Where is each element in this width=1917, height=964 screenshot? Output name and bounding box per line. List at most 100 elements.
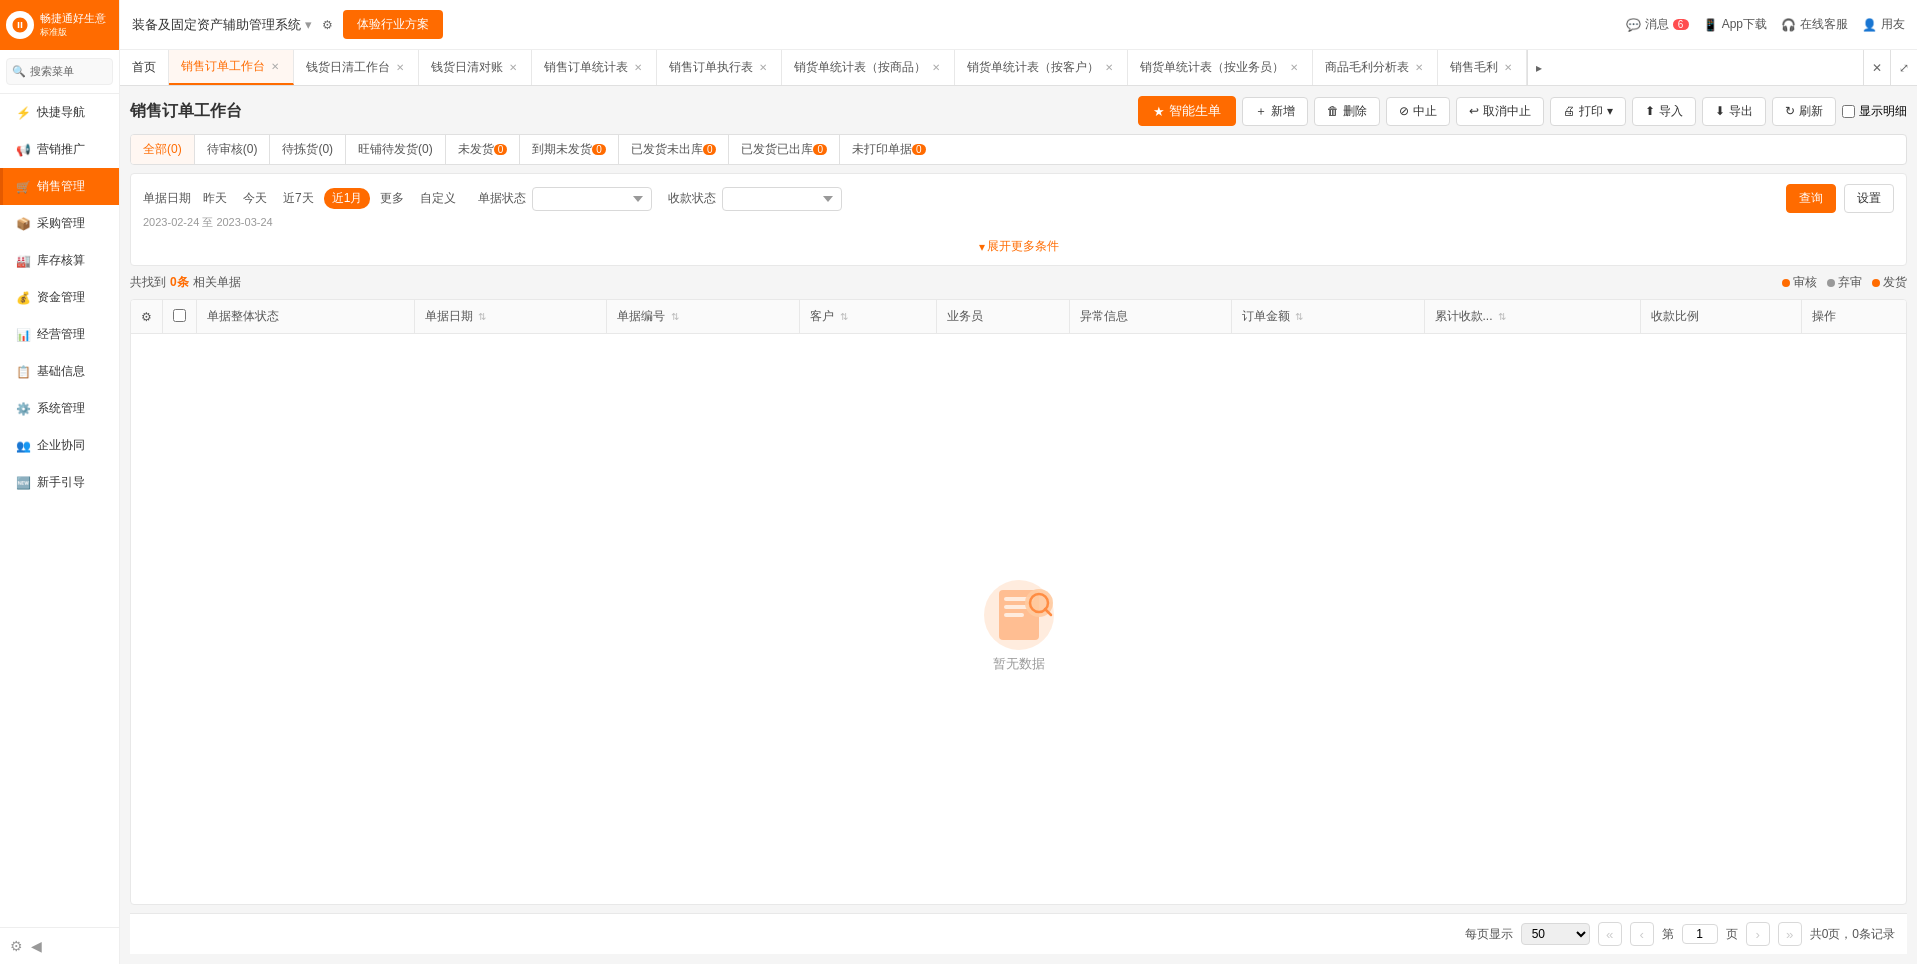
sidebar-item-system[interactable]: ⚙️ 系统管理 (0, 390, 119, 427)
subtab-not-shipped[interactable]: 未发货0 (446, 135, 521, 164)
sidebar-item-guide[interactable]: 🆕 新手引导 (0, 464, 119, 501)
sidebar-item-finance[interactable]: 💰 资金管理 (0, 279, 119, 316)
prev-page-button[interactable]: ‹ (1630, 922, 1654, 946)
sidebar-item-enterprise[interactable]: 👥 企业协同 (0, 427, 119, 464)
subtab-pending-pick[interactable]: 待拣货(0) (270, 135, 346, 164)
date-btn-yesterday[interactable]: 昨天 (197, 188, 233, 209)
export-button[interactable]: ⬇ 导出 (1702, 97, 1766, 126)
tab-close-sales-gross[interactable]: ✕ (1502, 61, 1514, 74)
page-size-select[interactable]: 20 50 100 (1521, 923, 1590, 945)
cancel-review-action[interactable]: 弃审 (1827, 274, 1862, 291)
online-service-button[interactable]: 🎧 在线客服 (1781, 16, 1848, 33)
sidebar-item-sales[interactable]: 🛒 销售管理 (0, 168, 119, 205)
th-amount[interactable]: 订单金额 ⇅ (1231, 300, 1424, 334)
cart-icon: 🛒 (15, 179, 31, 195)
sort-collected-icon[interactable]: ⇅ (1498, 311, 1506, 322)
tab-sales-gross[interactable]: 销售毛利 ✕ (1438, 50, 1527, 85)
import-button[interactable]: ⬆ 导入 (1632, 97, 1696, 126)
tab-sales-exec[interactable]: 销售订单执行表 ✕ (657, 50, 782, 85)
add-button[interactable]: ＋ 新增 (1242, 97, 1308, 126)
pause-button[interactable]: ⊘ 中止 (1386, 97, 1450, 126)
sidebar-item-marketing[interactable]: 📢 营销推广 (0, 131, 119, 168)
settings-icon[interactable]: ⚙ (322, 18, 333, 32)
tab-sales-by-customer[interactable]: 销货单统计表（按客户） ✕ (955, 50, 1128, 85)
subtab-pending-review[interactable]: 待审核(0) (195, 135, 271, 164)
cancel-pause-button[interactable]: ↩ 取消中止 (1456, 97, 1544, 126)
th-checkbox (163, 300, 197, 334)
tab-home[interactable]: 首页 (120, 50, 169, 85)
sidebar-item-operations[interactable]: 📊 经营管理 (0, 316, 119, 353)
date-btn-7days[interactable]: 近7天 (277, 188, 320, 209)
tab-cash-reconcile[interactable]: 钱货日清对账 ✕ (419, 50, 532, 85)
th-collected[interactable]: 累计收款... ⇅ (1424, 300, 1640, 334)
subtab-all[interactable]: 全部(0) (131, 135, 195, 164)
tab-close-sales-by-product[interactable]: ✕ (930, 61, 942, 74)
tab-product-margin[interactable]: 商品毛利分析表 ✕ (1313, 50, 1438, 85)
plan-button[interactable]: 体验行业方案 (343, 10, 443, 39)
tab-sales-by-staff[interactable]: 销货单统计表（按业务员） ✕ (1128, 50, 1313, 85)
show-detail-checkbox-label[interactable]: 显示明细 (1842, 103, 1907, 120)
tab-close-sales-workbench[interactable]: ✕ (269, 60, 281, 73)
sidebar-search[interactable]: 🔍 搜索菜单 (0, 50, 119, 94)
column-settings-icon[interactable]: ⚙ (141, 310, 152, 324)
app-download-button[interactable]: 📱 App下载 (1703, 16, 1767, 33)
sort-date-icon[interactable]: ⇅ (478, 311, 486, 322)
tab-close-sales-by-customer[interactable]: ✕ (1103, 61, 1115, 74)
user-menu[interactable]: 👤 用友 (1862, 16, 1905, 33)
date-btn-today[interactable]: 今天 (237, 188, 273, 209)
expand-filter-button[interactable]: ▾ 展开更多条件 (979, 238, 1059, 255)
sidebar-item-basic-info[interactable]: 📋 基础信息 (0, 353, 119, 390)
delete-button[interactable]: 🗑 删除 (1314, 97, 1380, 126)
first-page-button[interactable]: « (1598, 922, 1622, 946)
sort-number-icon[interactable]: ⇅ (671, 311, 679, 322)
select-all-checkbox[interactable] (173, 309, 186, 322)
query-button[interactable]: 查询 (1786, 184, 1836, 213)
tab-sales-stats[interactable]: 销售订单统计表 ✕ (532, 50, 657, 85)
payment-select[interactable] (722, 187, 842, 211)
last-page-button[interactable]: » (1778, 922, 1802, 946)
status-select[interactable] (532, 187, 652, 211)
sidebar-settings-btn[interactable]: ⚙ (10, 938, 23, 954)
tab-close-product-margin[interactable]: ✕ (1413, 61, 1425, 74)
tab-sales-by-product[interactable]: 销货单统计表（按商品） ✕ (782, 50, 955, 85)
subtab-shipped-not-out[interactable]: 已发货未出库0 (619, 135, 730, 164)
message-button[interactable]: 💬 消息 6 (1626, 16, 1689, 33)
smart-generate-button[interactable]: ★ 智能生单 (1138, 96, 1236, 126)
tab-close-sales-stats[interactable]: ✕ (632, 61, 644, 74)
subtab-overdue-unshipped[interactable]: 到期未发货0 (520, 135, 619, 164)
sort-amount-icon[interactable]: ⇅ (1295, 311, 1303, 322)
tab-sales-workbench[interactable]: 销售订单工作台 ✕ (169, 50, 294, 85)
tab-close-cash-reconcile[interactable]: ✕ (507, 61, 519, 74)
message-icon: 💬 (1626, 18, 1641, 32)
subtab-unprinted[interactable]: 未打印单据0 (840, 135, 938, 164)
page-input[interactable] (1682, 924, 1718, 944)
sidebar-item-purchase[interactable]: 📦 采购管理 (0, 205, 119, 242)
tab-action-maximize[interactable]: ⤢ (1890, 50, 1917, 85)
review-action[interactable]: 审核 (1782, 274, 1817, 291)
th-date[interactable]: 单据日期 ⇅ (414, 300, 607, 334)
show-detail-checkbox[interactable] (1842, 105, 1855, 118)
ship-action[interactable]: 发货 (1872, 274, 1907, 291)
sidebar-item-quick-nav[interactable]: ⚡ 快捷导航 (0, 94, 119, 131)
tab-more-button[interactable]: ▸ (1527, 50, 1550, 85)
settings-button[interactable]: 设置 (1844, 184, 1894, 213)
date-btn-more[interactable]: 更多 (374, 188, 410, 209)
th-number[interactable]: 单据编号 ⇅ (607, 300, 800, 334)
tab-cash-daily[interactable]: 钱货日清工作台 ✕ (294, 50, 419, 85)
next-page-button[interactable]: › (1746, 922, 1770, 946)
tab-action-close-all[interactable]: ✕ (1863, 50, 1890, 85)
th-customer[interactable]: 客户 ⇅ (800, 300, 937, 334)
date-btn-custom[interactable]: 自定义 (414, 188, 462, 209)
sidebar-item-inventory[interactable]: 🏭 库存核算 (0, 242, 119, 279)
tab-close-sales-exec[interactable]: ✕ (757, 61, 769, 74)
sidebar-collapse-btn[interactable]: ◀ (31, 938, 42, 954)
print-button[interactable]: 🖨 打印 ▾ (1550, 97, 1626, 126)
date-btn-1month[interactable]: 近1月 (324, 188, 371, 209)
sort-customer-icon[interactable]: ⇅ (840, 311, 848, 322)
refresh-button[interactable]: ↻ 刷新 (1772, 97, 1836, 126)
subtab-shipped-out[interactable]: 已发货已出库0 (729, 135, 840, 164)
search-menu-button[interactable]: 🔍 搜索菜单 (6, 58, 113, 85)
tab-close-sales-by-staff[interactable]: ✕ (1288, 61, 1300, 74)
subtab-wangpu-pending[interactable]: 旺铺待发货(0) (346, 135, 446, 164)
tab-close-cash-daily[interactable]: ✕ (394, 61, 406, 74)
